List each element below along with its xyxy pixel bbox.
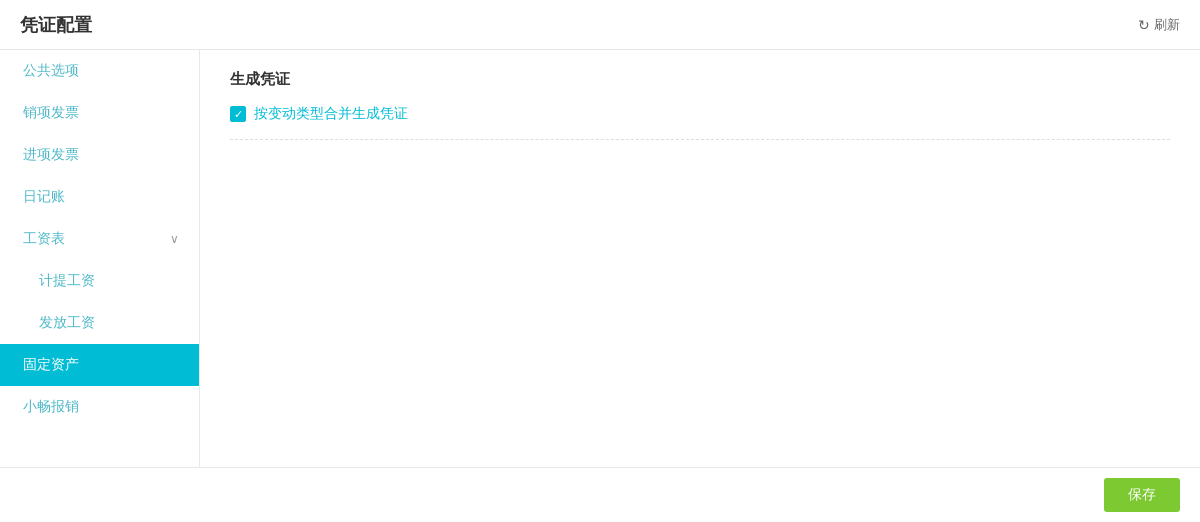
footer-bar: 保存: [0, 467, 1200, 522]
sidebar-item-calc-salary[interactable]: 计提工资: [0, 260, 199, 302]
sidebar-item-label: 小畅报销: [23, 398, 79, 416]
sidebar-item-sales-invoice[interactable]: 销项发票: [0, 92, 199, 134]
sidebar-item-journal[interactable]: 日记账: [0, 176, 199, 218]
refresh-icon: ↻: [1138, 17, 1150, 33]
sidebar-item-pay-salary[interactable]: 发放工资: [0, 302, 199, 344]
divider: [230, 139, 1170, 140]
save-button[interactable]: 保存: [1104, 478, 1180, 512]
page-header: 凭证配置 ↻ 刷新: [0, 0, 1200, 50]
check-mark-icon: ✓: [234, 109, 243, 120]
sidebar-item-label: 公共选项: [23, 62, 79, 80]
refresh-label: 刷新: [1154, 16, 1180, 34]
sidebar-item-label: 销项发票: [23, 104, 79, 122]
sidebar-item-public-options[interactable]: 公共选项: [0, 50, 199, 92]
sidebar-item-purchase-invoice[interactable]: 进项发票: [0, 134, 199, 176]
sidebar-item-label: 固定资产: [23, 356, 79, 374]
merge-checkbox[interactable]: ✓: [230, 106, 246, 122]
section-title: 生成凭证: [230, 70, 1170, 89]
sidebar-item-expense-report[interactable]: 小畅报销: [0, 386, 199, 428]
page-title: 凭证配置: [20, 13, 92, 37]
main-area: 公共选项销项发票进项发票日记账工资表 ∨ 计提工资发放工资固定资产小畅报销 生成凭证…: [0, 50, 1200, 467]
sidebar: 公共选项销项发票进项发票日记账工资表 ∨ 计提工资发放工资固定资产小畅报销: [0, 50, 200, 467]
content-area: 生成凭证 ✓ 按变动类型合并生成凭证: [200, 50, 1200, 467]
page-wrapper: 凭证配置 ↻ 刷新 公共选项销项发票进项发票日记账工资表 ∨ 计提工资发放工资固定资…: [0, 0, 1200, 522]
chevron-down-icon: ∨: [170, 232, 179, 246]
checkbox-label[interactable]: 按变动类型合并生成凭证: [254, 105, 408, 123]
sidebar-item-label: 进项发票: [23, 146, 79, 164]
sidebar-item-fixed-assets[interactable]: 固定资产: [0, 344, 199, 386]
refresh-button[interactable]: ↻ 刷新: [1138, 16, 1180, 34]
sidebar-item-label: 工资表: [23, 230, 65, 248]
sidebar-item-label: 发放工资: [39, 314, 95, 332]
sidebar-item-label: 日记账: [23, 188, 65, 206]
sidebar-item-payroll-table[interactable]: 工资表 ∨: [0, 218, 199, 260]
checkbox-row: ✓ 按变动类型合并生成凭证: [230, 105, 1170, 123]
sidebar-item-label: 计提工资: [39, 272, 95, 290]
